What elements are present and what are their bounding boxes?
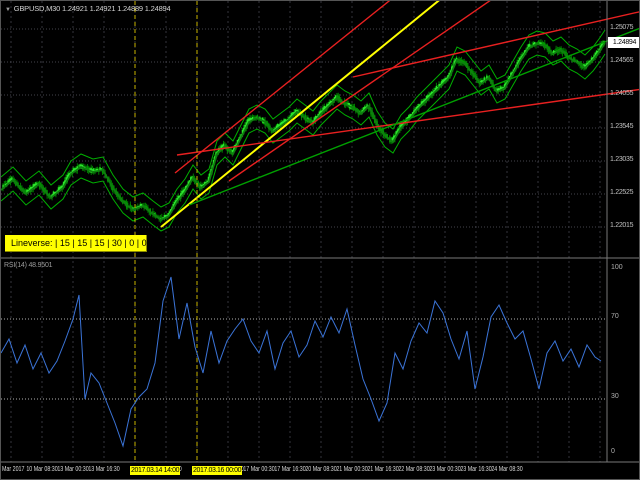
rsi-scale-label: 100 — [611, 264, 623, 271]
chart-title-bar: ▼ GBPUSD,M30 1.24921 1.24921 1.24889 1.24… — [5, 4, 171, 13]
rsi-scale-label: 70 — [611, 313, 619, 320]
time-axis[interactable]: 9 Mar 2017 10 Mar 08:30 13 Mar 00:30 13 Mar… — [0, 463, 639, 479]
ohlc-values: 1.24921 1.24921 1.24889 1.24894 — [62, 4, 171, 13]
rsi-indicator-label: RSI(14) 48.9501 — [4, 262, 53, 269]
time-axis-label: 21 Mar 16:30 — [367, 466, 399, 473]
time-axis-event-label: 2017.03.14 14:00 — [130, 466, 181, 475]
chart-window: ▼ GBPUSD,M30 1.24921 1.24921 1.24889 1.24… — [0, 0, 640, 480]
rsi-scale-label: 30 — [611, 393, 619, 400]
time-axis-event-label: 2017.03.16 00:00 — [192, 466, 243, 475]
current-price-badge: 1.24894 — [608, 37, 639, 48]
lineverse-indicator-label[interactable]: Lineverse: | 15 | 15 | 15 | 30 | 0 | 0 — [5, 235, 147, 252]
candlesticks — [2, 39, 605, 223]
time-axis-label: 24 Mar 08:30 — [491, 466, 523, 473]
price-axis-label: 1.23035 — [610, 156, 634, 163]
time-axis-label: 23 Mar 00:30 — [429, 466, 461, 473]
time-axis-label: 21 Mar 00:30 — [336, 466, 368, 473]
symbol-period-label: GBPUSD,M30 — [13, 4, 61, 13]
red-channel-upper[interactable] — [352, 11, 640, 78]
time-axis-label: 10 Mar 08:30 — [26, 466, 58, 473]
time-axis-label: 13 Mar 16:30 — [88, 466, 120, 473]
red-steep-2[interactable] — [228, 1, 501, 182]
time-axis-label: 20 Mar 08:30 — [305, 466, 337, 473]
collapse-arrow-icon[interactable]: ▼ — [5, 7, 11, 13]
price-axis-label: 1.24055 — [610, 90, 634, 97]
time-axis-label: 13 Mar 00:30 — [57, 466, 89, 473]
price-axis-label: 1.23545 — [610, 123, 634, 130]
rsi-levels — [1, 318, 607, 400]
time-axis-label: 17 Mar 00:30 — [243, 466, 275, 473]
price-axis-label: 1.25075 — [610, 24, 634, 31]
rsi-scale-label: 0 — [611, 448, 615, 455]
price-axis-label: 1.22525 — [610, 189, 634, 196]
time-axis-label: 22 Mar 08:30 — [398, 466, 430, 473]
time-axis-label: 9 Mar 2017 — [0, 466, 25, 473]
time-axis-label: 17 Mar 16:30 — [274, 466, 306, 473]
yellow-trend[interactable] — [160, 1, 448, 228]
price-axis-label: 1.24565 — [610, 57, 634, 64]
price-axis-label: 1.22015 — [610, 222, 634, 229]
time-axis-label: 23 Mar 16:30 — [460, 466, 492, 473]
rsi-line[interactable] — [1, 276, 602, 448]
trend-lines[interactable] — [160, 1, 640, 228]
